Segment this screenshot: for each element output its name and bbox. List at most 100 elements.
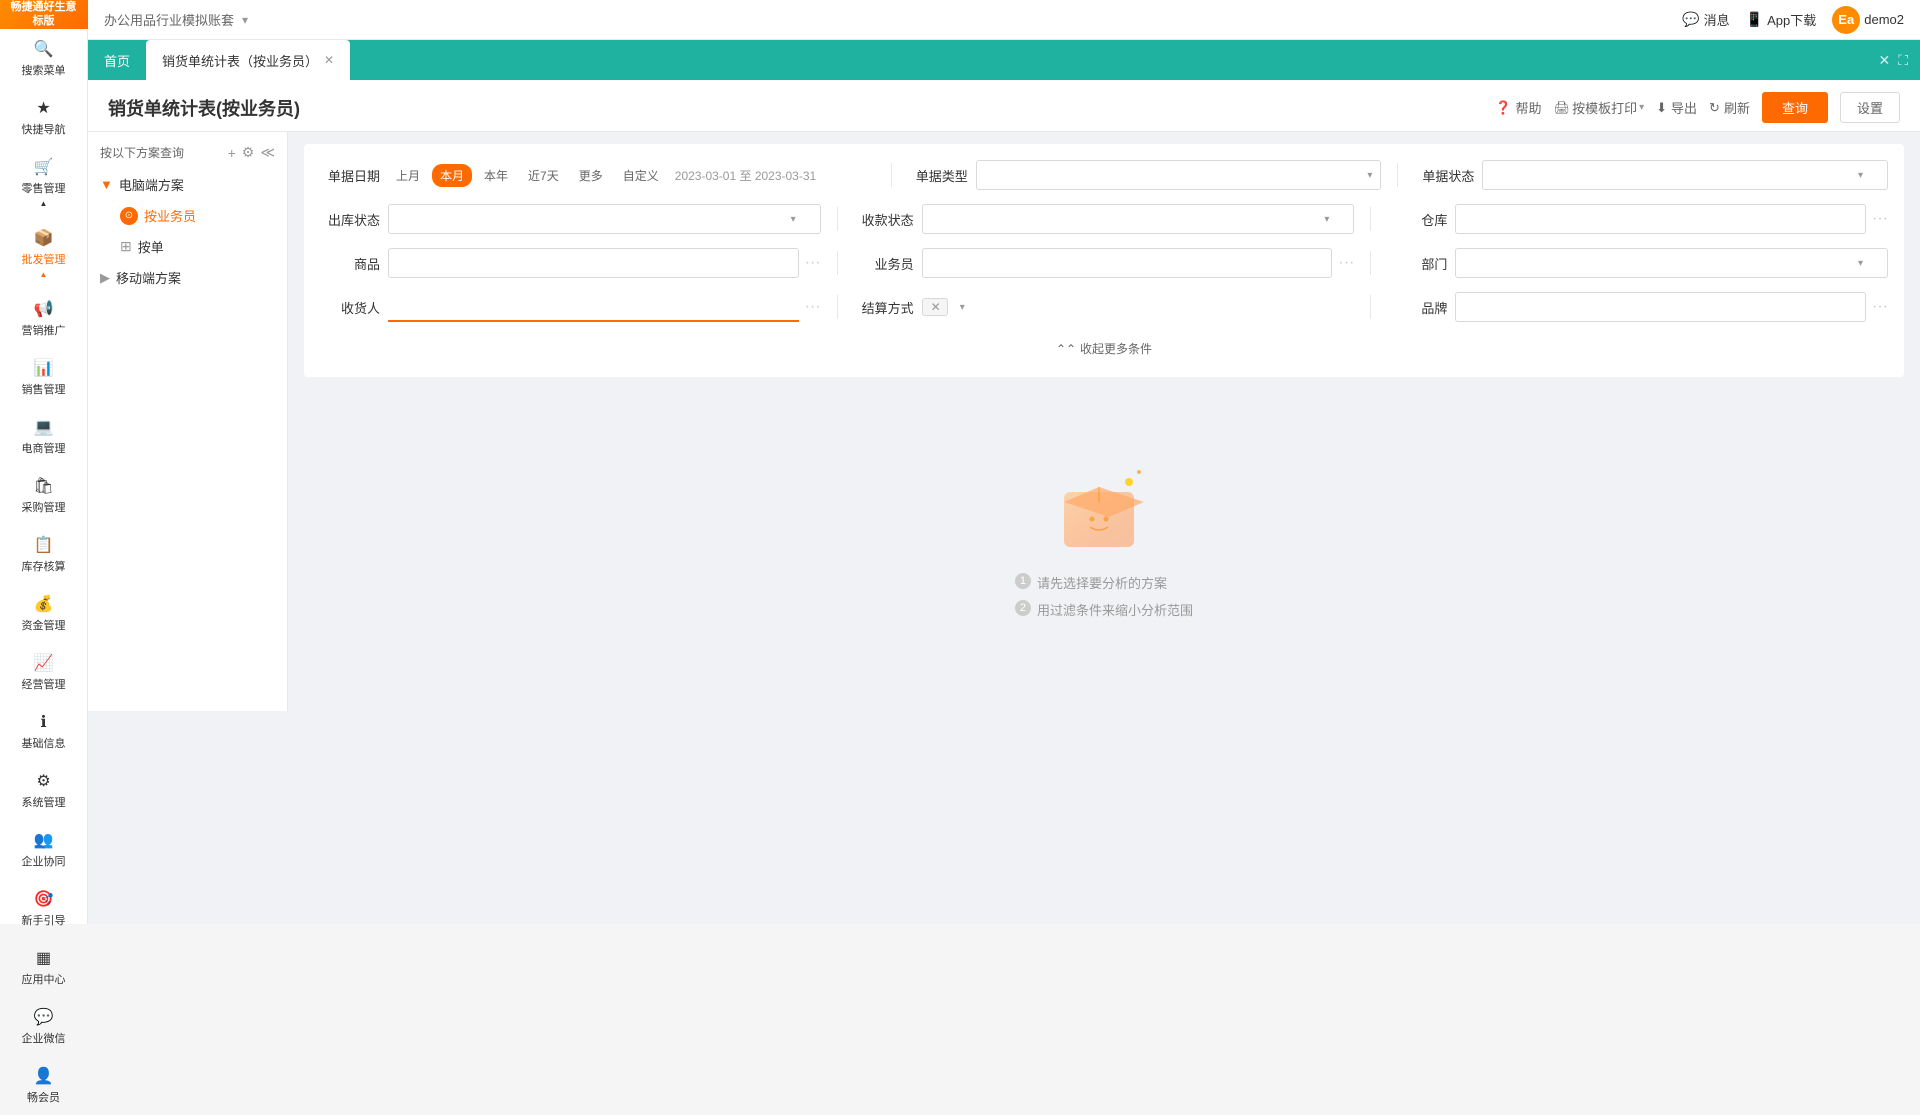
sidebar-item-畅会员[interactable]: 👤畅会员 <box>22 1056 66 1115</box>
doc-status-select[interactable]: ▾ <box>1482 160 1888 190</box>
print-dropdown-icon: ▾ <box>1639 102 1644 113</box>
app-logo: 畅捷通好生意 标版 <box>0 0 88 29</box>
receipt-status-select[interactable]: ▾ <box>922 204 1355 234</box>
sidebar-item-系统管理[interactable]: ⚙系统管理 <box>22 761 66 820</box>
tree-item-salesperson-label: 按业务员 <box>144 206 196 225</box>
empty-hint-2: 2 用过滤条件来缩小分析范围 <box>1015 600 1193 619</box>
sidebar-item-电商管理[interactable]: 💻电商管理 <box>22 407 66 466</box>
tree-section-desktop-label: 电脑端方案 <box>119 175 184 194</box>
settings-scheme-icon[interactable]: ⚙ <box>242 144 255 161</box>
sidebar-item-快捷导航[interactable]: ★快捷导航 <box>22 88 66 147</box>
menu-icon-10: 📈 <box>34 653 54 673</box>
add-scheme-icon[interactable]: + <box>228 145 236 161</box>
warehouse-input[interactable] <box>1455 204 1866 234</box>
tree-section-mobile[interactable]: ▶ 移动端方案 <box>88 262 287 293</box>
settlement-clear-icon[interactable]: ✕ <box>931 300 941 314</box>
menu-label-12: 系统管理 <box>22 794 66 810</box>
refresh-label: 刷新 <box>1724 98 1750 117</box>
sidebar-item-企业协同[interactable]: 👥企业协同 <box>22 820 66 879</box>
filter-row-1: 单据日期 上月 本月 本年 近7天 更多 自定义 2023-03-01 至 20… <box>320 160 1888 190</box>
export-btn[interactable]: ⬇ 导出 <box>1656 98 1697 117</box>
date-tab-this-month[interactable]: 本月 <box>432 164 472 187</box>
goods-dots-icon[interactable]: ··· <box>805 254 821 272</box>
divider-8 <box>1370 295 1371 319</box>
receiver-input[interactable] <box>388 292 799 322</box>
warehouse-dots-icon[interactable]: ··· <box>1872 210 1888 228</box>
menu-label-16: 企业微信 <box>22 1030 66 1046</box>
tab-close-window-icon[interactable]: ✕ <box>1878 52 1890 69</box>
tree-item-by-order[interactable]: ⊞ 按单 <box>88 231 287 262</box>
menu-label-0: 搜索菜单 <box>22 62 66 78</box>
menu-label-9: 资金管理 <box>22 617 66 633</box>
menu-icon-0: 🔍 <box>34 39 54 59</box>
doc-status-arrow-icon: ▾ <box>1858 170 1863 181</box>
sidebar-item-库存核算[interactable]: 📋库存核算 <box>22 525 66 584</box>
tree-item-by-salesperson[interactable]: ⊙ 按业务员 <box>88 200 287 231</box>
menu-label-15: 应用中心 <box>22 971 66 987</box>
settlement-select[interactable]: ▾ <box>952 292 1355 322</box>
receiver-field: ··· <box>388 292 821 322</box>
main-area: 办公用品行业模拟账套 ▾ 💬 消息 📱 App下载 Ea demo2 首页 <box>88 0 1920 924</box>
goods-input[interactable] <box>388 248 799 278</box>
doc-status-field: ▾ <box>1482 160 1888 190</box>
sidebar-item-采购管理[interactable]: 🛍采购管理 <box>22 466 66 525</box>
collapse-panel-icon[interactable]: ≪ <box>260 144 275 161</box>
date-tab-more[interactable]: 更多 <box>571 164 611 187</box>
dept-arrow-icon: ▾ <box>1858 258 1863 269</box>
out-status-select[interactable]: ▾ <box>388 204 821 234</box>
date-tab-this-year[interactable]: 本年 <box>476 164 516 187</box>
empty-illustration <box>1044 457 1164 557</box>
collapse-btn[interactable]: ⌃⌃ 收起更多条件 <box>1044 336 1164 361</box>
sidebar-item-基础信息[interactable]: ℹ基础信息 <box>22 702 66 761</box>
sidebar-item-经营管理[interactable]: 📈经营管理 <box>22 643 66 702</box>
sidebar-item-零售管理[interactable]: 🛒零售管理▲ <box>22 147 66 218</box>
empty-texts: 1 请先选择要分析的方案 2 用过滤条件来缩小分析范围 <box>1015 573 1193 619</box>
tab-close-icon[interactable]: ✕ <box>324 53 334 67</box>
goods-label: 商品 <box>320 254 380 273</box>
doc-type-select[interactable]: ▾ <box>976 160 1382 190</box>
tab-home[interactable]: 首页 <box>88 40 146 80</box>
doc-status-label: 单据状态 <box>1414 166 1474 185</box>
salesperson-dots-icon[interactable]: ··· <box>1338 254 1354 272</box>
user-menu[interactable]: Ea demo2 <box>1832 6 1904 34</box>
sidebar-item-新手引导[interactable]: 🎯新手引导 <box>22 879 66 938</box>
app-download-btn[interactable]: 📱 App下载 <box>1746 10 1817 29</box>
sidebar-item-营销推广[interactable]: 📢营销推广 <box>22 289 66 348</box>
receiver-dots-icon[interactable]: ··· <box>805 298 821 316</box>
collapse-label: 收起更多条件 <box>1080 340 1152 357</box>
tab-expand-icon[interactable]: ⛶ <box>1898 52 1908 69</box>
date-tab-custom[interactable]: 自定义 <box>615 164 667 187</box>
brand-input[interactable] <box>1455 292 1866 322</box>
salesperson-input[interactable] <box>922 248 1333 278</box>
sidebar-item-应用中心[interactable]: ▦应用中心 <box>22 938 66 997</box>
refresh-btn[interactable]: ↻ 刷新 <box>1709 98 1750 117</box>
sidebar-item-销售管理[interactable]: 📊销售管理 <box>22 348 66 407</box>
brand-dots-icon[interactable]: ··· <box>1872 298 1888 316</box>
sidebar-item-批发管理[interactable]: 📦批发管理▲ <box>22 218 66 289</box>
menu-icon-1: ★ <box>36 98 50 118</box>
query-button[interactable]: 查询 <box>1762 92 1828 123</box>
page-actions: ❓ 帮助 🖨 按模板打印 ▾ ⬇ 导出 ↻ 刷新 查询 设置 <box>1495 92 1900 123</box>
salesperson-field: ··· <box>922 248 1355 278</box>
date-tab-last-month[interactable]: 上月 <box>388 164 428 187</box>
sidebar-item-资金管理[interactable]: 💰资金管理 <box>22 584 66 643</box>
brand-label: 品牌 <box>1387 298 1447 317</box>
topbar-right: 💬 消息 📱 App下载 Ea demo2 <box>1682 6 1904 34</box>
receiver-label: 收货人 <box>320 298 380 317</box>
help-btn[interactable]: ❓ 帮助 <box>1495 98 1541 117</box>
message-btn[interactable]: 💬 消息 <box>1682 10 1729 29</box>
left-panel-icons: + ⚙ ≪ <box>228 144 275 161</box>
dept-select[interactable]: ▾ <box>1455 248 1888 278</box>
menu-icon-6: 💻 <box>34 417 54 437</box>
topbar-dropdown-icon[interactable]: ▾ <box>242 13 248 27</box>
setting-button[interactable]: 设置 <box>1840 92 1900 123</box>
template-print-btn[interactable]: 🖨 按模板打印 ▾ <box>1554 98 1645 117</box>
tab-sales-stat[interactable]: 销货单统计表（按业务员） ✕ <box>146 40 350 80</box>
empty-hint-2-text: 用过滤条件来缩小分析范围 <box>1037 600 1193 619</box>
tree-section-desktop[interactable]: ▼ 电脑端方案 <box>88 169 287 200</box>
date-tab-7days[interactable]: 近7天 <box>520 164 567 187</box>
help-label: 帮助 <box>1516 98 1542 117</box>
sidebar-item-企业微信[interactable]: 💬企业微信 <box>22 997 66 1056</box>
sidebar: 畅捷通好生意 标版 🔍 搜索菜单 ★快捷导航🛒零售管理▲📦批发管理▲📢营销推广📊销售… <box>0 0 88 924</box>
sidebar-item-搜索菜单[interactable]: 🔍 搜索菜单 <box>22 29 66 88</box>
